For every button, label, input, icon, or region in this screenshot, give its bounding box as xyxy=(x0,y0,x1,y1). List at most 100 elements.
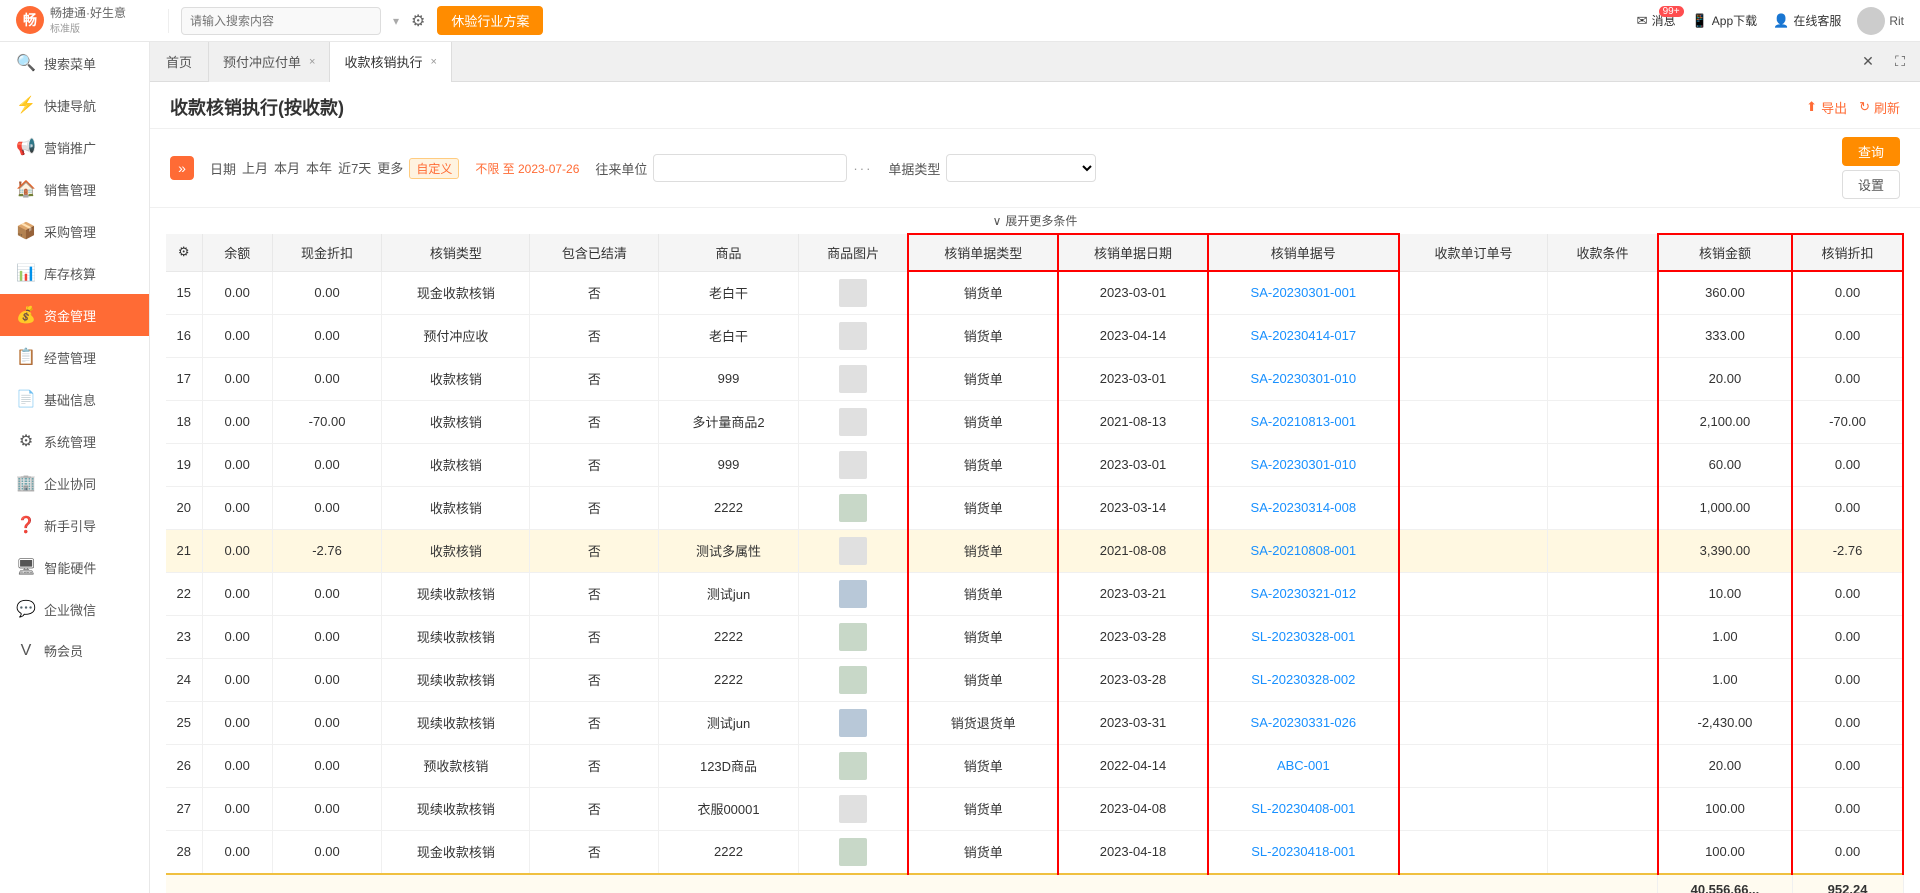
cancel-bill-link[interactable]: SA-20230331-026 xyxy=(1251,715,1357,730)
refresh-btn[interactable]: ↻ 刷新 xyxy=(1859,98,1900,117)
notifications-btn[interactable]: ✉ 消息 99+ xyxy=(1637,12,1676,29)
td-cancel-bill-no[interactable]: SA-20230314-008 xyxy=(1208,486,1399,529)
td-goods-img xyxy=(798,830,908,874)
td-cancel-amount: 1.00 xyxy=(1658,615,1792,658)
td-cancel-bill-type: 销货单 xyxy=(908,400,1058,443)
tab1-close-icon[interactable]: × xyxy=(309,56,315,68)
sidebar-icon-6: 💰 xyxy=(16,305,36,325)
tab-prepay[interactable]: 预付冲应付单 × xyxy=(209,42,330,82)
td-cancel-bill-no[interactable]: SA-20230414-017 xyxy=(1208,314,1399,357)
th-cancel-discount: 核销折扣 xyxy=(1792,234,1903,271)
settings-btn[interactable]: 设置 xyxy=(1842,170,1900,199)
sidebar-item-13[interactable]: 💬企业微信 xyxy=(0,588,149,630)
sidebar-item-3[interactable]: 🏠销售管理 xyxy=(0,168,149,210)
cancel-bill-link[interactable]: SA-20210808-001 xyxy=(1251,543,1357,558)
td-cancel-bill-no[interactable]: SA-20230321-012 xyxy=(1208,572,1399,615)
filter-dots: ··· xyxy=(853,161,872,176)
cancel-bill-link[interactable]: SL-20230418-001 xyxy=(1251,844,1355,859)
sidebar-item-7[interactable]: 📋经营管理 xyxy=(0,336,149,378)
td-cancel-bill-no[interactable]: SA-20230301-010 xyxy=(1208,443,1399,486)
td-cancel-bill-no[interactable]: SA-20230331-026 xyxy=(1208,701,1399,744)
td-cancel-bill-no[interactable]: SA-20210808-001 xyxy=(1208,529,1399,572)
date-this-month[interactable]: 本月 xyxy=(274,158,300,179)
cancel-bill-link[interactable]: SL-20230328-001 xyxy=(1251,629,1355,644)
tab-home[interactable]: 首页 xyxy=(150,42,209,82)
sidebar-item-0[interactable]: 🔍搜索菜单 xyxy=(0,42,149,84)
top-search-input[interactable] xyxy=(181,7,381,35)
td-cancel-bill-no[interactable]: SA-20210813-001 xyxy=(1208,400,1399,443)
industry-btn[interactable]: 休验行业方案 xyxy=(437,6,543,35)
cancel-bill-link[interactable]: SA-20230314-008 xyxy=(1251,500,1357,515)
sidebar-item-5[interactable]: 📊库存核算 xyxy=(0,252,149,294)
td-cancel-type: 预付冲应收 xyxy=(382,314,530,357)
app-download-btn[interactable]: 📱 App下载 xyxy=(1692,12,1758,29)
date-last-month[interactable]: 上月 xyxy=(242,158,268,179)
sidebar-item-1[interactable]: ⚡快捷导航 xyxy=(0,84,149,126)
td-receipt-order-no xyxy=(1399,787,1548,830)
td-cancel-discount: 0.00 xyxy=(1792,701,1903,744)
td-cancel-bill-no[interactable]: ABC-001 xyxy=(1208,744,1399,787)
td-cancel-bill-no[interactable]: SL-20230418-001 xyxy=(1208,830,1399,874)
table-wrapper[interactable]: ⚙ 余额 现金折扣 核销类型 包含已结清 商品 商品图片 核销单据类型 核销单据… xyxy=(150,233,1920,893)
td-cancel-discount: 0.00 xyxy=(1792,830,1903,874)
td-cancel-bill-date: 2023-04-08 xyxy=(1058,787,1208,830)
sidebar-item-2[interactable]: 📢营销推广 xyxy=(0,126,149,168)
td-cancel-bill-no[interactable]: SL-20230328-001 xyxy=(1208,615,1399,658)
td-cash-discount: 0.00 xyxy=(272,443,381,486)
cancel-bill-link[interactable]: SA-20230414-017 xyxy=(1251,328,1357,343)
td-cancel-bill-no[interactable]: SL-20230328-002 xyxy=(1208,658,1399,701)
export-btn[interactable]: ⬆ 导出 xyxy=(1806,98,1847,117)
tab-expand-btn[interactable]: ⛶ xyxy=(1888,50,1912,74)
th-settings[interactable]: ⚙ xyxy=(166,234,202,271)
sidebar-item-6[interactable]: 💰资金管理 xyxy=(0,294,149,336)
sidebar-item-14[interactable]: V畅会员 xyxy=(0,630,149,671)
td-cancel-bill-type: 销货单 xyxy=(908,486,1058,529)
cancel-bill-link[interactable]: SL-20230328-002 xyxy=(1251,672,1355,687)
cancel-bill-link[interactable]: SL-20230408-001 xyxy=(1251,801,1355,816)
sidebar-item-9[interactable]: ⚙系统管理 xyxy=(0,420,149,462)
td-id: 23 xyxy=(166,615,202,658)
cancel-bill-link[interactable]: SA-20230321-012 xyxy=(1251,586,1357,601)
cancel-bill-link[interactable]: SA-20230301-001 xyxy=(1251,285,1357,300)
sidebar-item-11[interactable]: ❓新手引导 xyxy=(0,504,149,546)
cancel-bill-link[interactable]: ABC-001 xyxy=(1277,758,1330,773)
query-btn[interactable]: 查询 xyxy=(1842,137,1900,166)
expand-more-btn[interactable]: ∨ 展开更多条件 xyxy=(993,212,1078,229)
td-receipt-order-no xyxy=(1399,314,1548,357)
tab2-close-icon[interactable]: × xyxy=(430,56,436,68)
filter-expand-btn[interactable]: » xyxy=(170,156,194,180)
settings-icon[interactable]: ⚙ xyxy=(411,11,425,31)
date-7-days[interactable]: 近7天 xyxy=(338,158,371,179)
notifications-badge: 99+ xyxy=(1659,6,1684,17)
table-row: 28 0.00 0.00 现金收款核销 否 2222 销货单 2023-04-1… xyxy=(166,830,1903,874)
date-more[interactable]: 更多 xyxy=(377,158,403,179)
cancel-bill-link[interactable]: SA-20230301-010 xyxy=(1251,457,1357,472)
td-balance: 0.00 xyxy=(202,400,272,443)
td-id: 19 xyxy=(166,443,202,486)
sidebar-item-10[interactable]: 🏢企业协同 xyxy=(0,462,149,504)
tab-cancel[interactable]: 收款核销执行 × xyxy=(330,42,451,82)
td-cash-discount: 0.00 xyxy=(272,615,381,658)
search-dropdown[interactable]: ▾ xyxy=(393,14,399,28)
sidebar-item-12[interactable]: 🖥智能硬件 xyxy=(0,546,149,588)
sidebar-item-8[interactable]: 📄基础信息 xyxy=(0,378,149,420)
td-cancel-bill-no[interactable]: SA-20230301-001 xyxy=(1208,271,1399,314)
date-this-year[interactable]: 本年 xyxy=(306,158,332,179)
cancel-bill-link[interactable]: SA-20230301-010 xyxy=(1251,371,1357,386)
date-custom[interactable]: 自定义 xyxy=(409,158,459,179)
td-balance: 0.00 xyxy=(202,744,272,787)
user-menu[interactable]: Rit xyxy=(1857,7,1904,35)
td-receipt-condition xyxy=(1548,701,1658,744)
expand-more-bar: ∨ 展开更多条件 xyxy=(150,208,1920,233)
td-cancel-bill-no[interactable]: SL-20230408-001 xyxy=(1208,787,1399,830)
tab-close-all-btn[interactable]: ✕ xyxy=(1856,50,1880,74)
td-id: 15 xyxy=(166,271,202,314)
online-support-btn[interactable]: 👤 在线客服 xyxy=(1773,12,1841,29)
sidebar-icon-5: 📊 xyxy=(16,263,36,283)
cancel-bill-link[interactable]: SA-20210813-001 xyxy=(1251,414,1357,429)
td-cancel-bill-no[interactable]: SA-20230301-010 xyxy=(1208,357,1399,400)
bill-type-select[interactable]: 销货单 销货退货单 xyxy=(946,154,1096,182)
from-unit-input[interactable] xyxy=(653,154,847,182)
sidebar-label-8: 基础信息 xyxy=(44,390,96,409)
sidebar-item-4[interactable]: 📦采购管理 xyxy=(0,210,149,252)
